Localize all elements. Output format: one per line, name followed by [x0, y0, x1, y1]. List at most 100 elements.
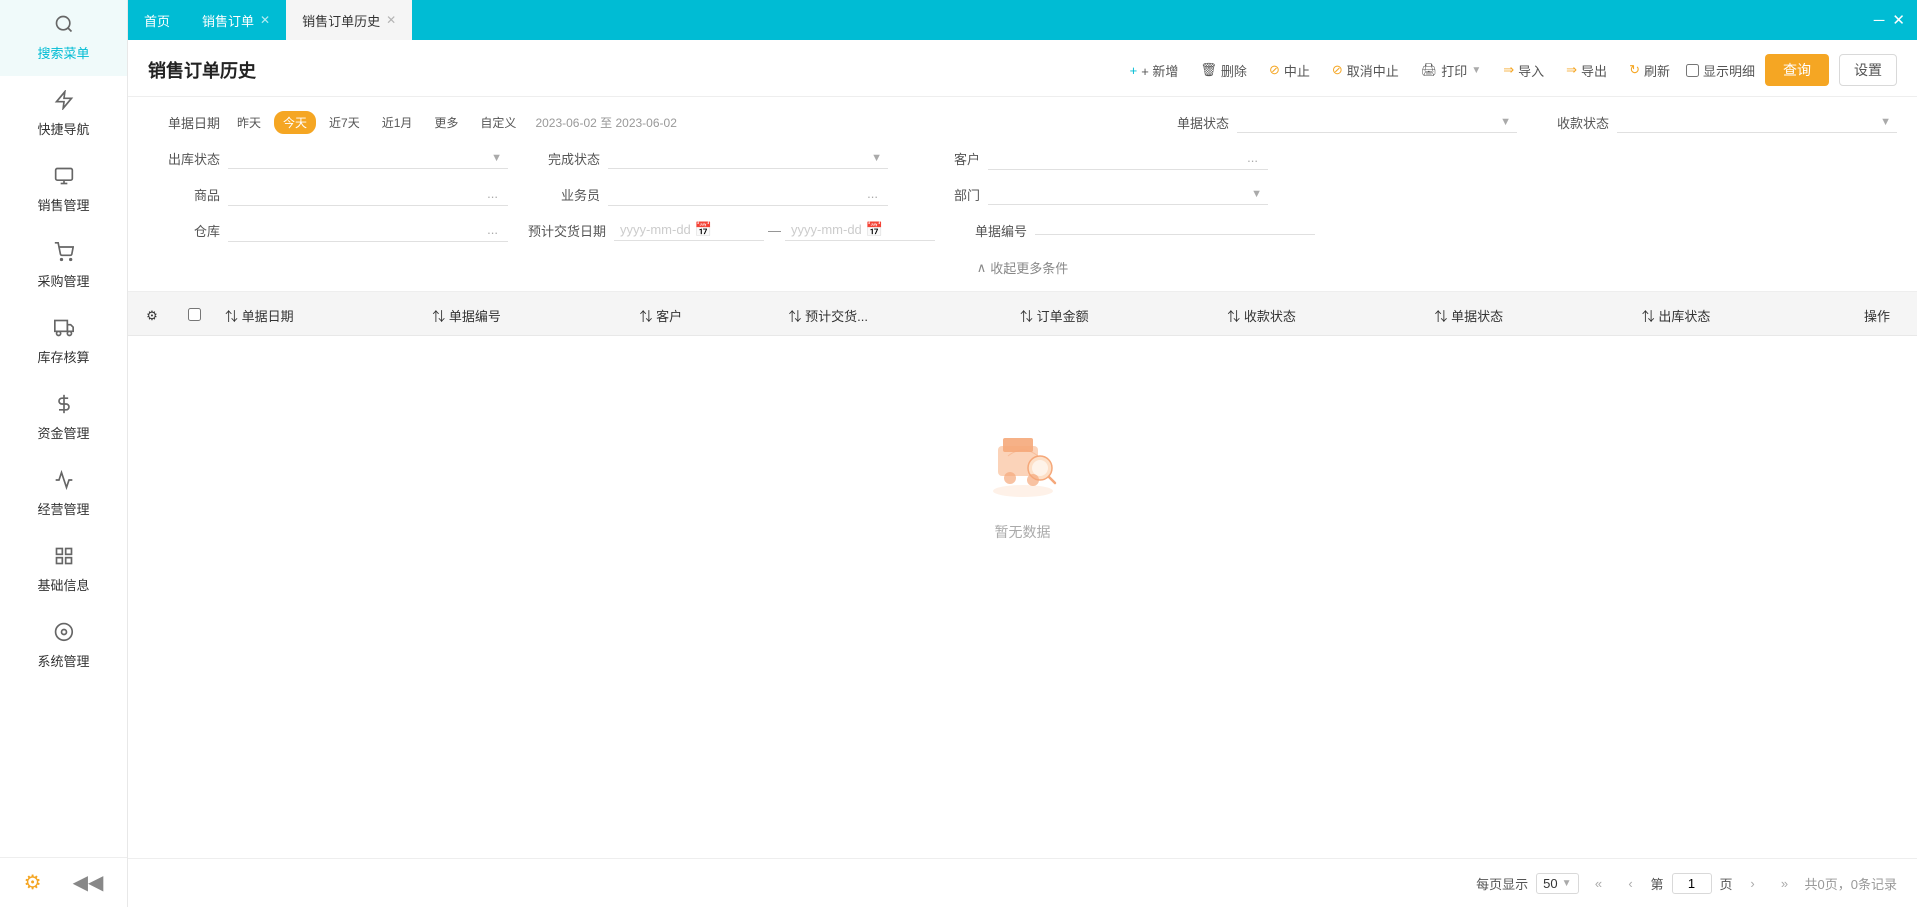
tab-sales-order-history-label: 销售订单历史 [302, 11, 380, 30]
delete-button[interactable]: 🗑 删除 [1194, 59, 1253, 82]
col-delivery-date-label: ⇅ 预计交货... [789, 309, 868, 324]
page-prefix: 第 [1651, 874, 1664, 893]
query-button[interactable]: 查询 [1765, 54, 1829, 86]
table-area: ⚙ ⇅ 单据日期 ⇅ 单据编号 ⇅ 客户 [128, 296, 1917, 858]
display-detail-checkbox[interactable] [1686, 64, 1699, 77]
sidebar-settings-icon[interactable]: ⚙ [24, 870, 42, 895]
collapse-row: ∧ 收起更多条件 [148, 254, 1897, 283]
prev-page-button[interactable]: ‹ [1619, 871, 1643, 895]
warehouse-label: 仓库 [148, 221, 228, 240]
cancel-stop-button[interactable]: ⊘ 取消中止 [1326, 59, 1405, 82]
print-label: 打印 [1441, 61, 1467, 80]
tab-sales-order-history-close[interactable]: ✕ [386, 13, 396, 27]
filter-row-4: 仓库 ... 预计交货日期 yyyy-mm-dd 📅 — yyyy-mm-dd … [148, 218, 1897, 242]
complete-status-select[interactable]: ▼ [608, 148, 888, 169]
col-customer-label: ⇅ 客户 [639, 309, 682, 324]
customer-input[interactable]: ... [988, 146, 1268, 170]
pagination: 每页显示 50 ▼ « ‹ 第 页 › » 共0页，0条记录 [128, 858, 1917, 907]
date-btn-1month[interactable]: 近1月 [373, 111, 422, 134]
table-select-all-checkbox[interactable] [188, 308, 201, 321]
export-button[interactable]: ⇒ 导出 [1560, 59, 1613, 82]
date-btn-custom[interactable]: 自定义 [471, 111, 525, 134]
delivery-date-from[interactable]: yyyy-mm-dd 📅 [614, 219, 764, 241]
col-bill-status-label: ⇅ 单据状态 [1434, 309, 1503, 324]
date-quick-buttons: 昨天 今天 近7天 近1月 更多 自定义 [228, 111, 525, 134]
per-page-label: 每页显示 [1476, 874, 1528, 893]
new-button[interactable]: + + 新增 [1124, 59, 1185, 82]
sidebar-item-quick-nav[interactable]: 快捷导航 [0, 76, 127, 152]
col-out-status: ⇅ 出库状态 [1630, 296, 1837, 336]
sidebar-item-search-menu[interactable]: 搜索菜单 [0, 0, 127, 76]
date-btn-today[interactable]: 今天 [274, 111, 316, 134]
current-page-input[interactable] [1672, 873, 1712, 894]
tab-home[interactable]: 首页 [128, 0, 186, 40]
tab-sales-order-label: 销售订单 [202, 11, 254, 30]
out-status-select[interactable]: ▼ [228, 148, 508, 169]
sidebar-item-system-mgmt[interactable]: 系统管理 [0, 608, 127, 684]
delivery-date-to[interactable]: yyyy-mm-dd 📅 [785, 219, 935, 241]
last-page-button[interactable]: » [1773, 871, 1797, 895]
bill-status-label: 单据状态 [1157, 113, 1237, 132]
col-delivery-date: ⇅ 预计交货... [777, 296, 1008, 336]
sidebar-item-basic-info[interactable]: 基础信息 [0, 532, 127, 608]
refresh-icon: ↻ [1629, 62, 1640, 78]
stop-icon: ⊘ [1269, 62, 1280, 78]
col-bill-no-label: ⇅ 单据编号 [432, 309, 501, 324]
first-page-button[interactable]: « [1587, 871, 1611, 895]
content-area: 销售订单历史 + + 新增 🗑 删除 ⊘ 中止 ⊘ 取消中止 [128, 40, 1917, 907]
per-page-value: 50 [1543, 876, 1557, 891]
sidebar-item-purchase-mgmt[interactable]: 采购管理 [0, 228, 127, 304]
table-checkbox-col [176, 296, 213, 336]
sidebar-item-ops-mgmt[interactable]: 经营管理 [0, 456, 127, 532]
dept-select[interactable]: ▼ [988, 184, 1268, 205]
close-window-icon[interactable]: ✕ [1892, 11, 1905, 29]
sidebar-item-fund-mgmt[interactable]: 资金管理 [0, 380, 127, 456]
warehouse-dots[interactable]: ... [483, 222, 502, 237]
export-icon: ⇒ [1566, 62, 1577, 78]
table-header: ⚙ ⇅ 单据日期 ⇅ 单据编号 ⇅ 客户 [128, 296, 1917, 336]
receipt-status-select[interactable]: ▼ [1617, 112, 1897, 133]
date-btn-more[interactable]: 更多 [425, 111, 467, 134]
setting-button[interactable]: 设置 [1839, 54, 1897, 86]
table-settings-col: ⚙ [128, 296, 176, 336]
tab-sales-order-close[interactable]: ✕ [260, 13, 270, 27]
col-receipt-status: ⇅ 收款状态 [1215, 296, 1422, 336]
sidebar-item-sales-mgmt[interactable]: 销售管理 [0, 152, 127, 228]
tab-sales-order-history[interactable]: 销售订单历史 ✕ [286, 0, 412, 40]
sidebar-item-inventory-calc-label: 库存核算 [37, 347, 89, 366]
goods-input[interactable]: ... [228, 182, 508, 206]
col-bill-status: ⇅ 单据状态 [1422, 296, 1629, 336]
sidebar-collapse-icon[interactable]: ◀◀ [73, 870, 104, 895]
minimize-icon[interactable]: ─ [1874, 12, 1885, 29]
date-btn-yesterday[interactable]: 昨天 [228, 111, 270, 134]
import-button[interactable]: ⇒ 导入 [1497, 59, 1550, 82]
col-bill-no: ⇅ 单据编号 [420, 296, 627, 336]
goods-dots[interactable]: ... [483, 186, 502, 201]
print-button[interactable]: 🖨 打印 ▼ [1415, 59, 1487, 82]
warehouse-input[interactable]: ... [228, 218, 508, 242]
col-out-status-label: ⇅ 出库状态 [1642, 309, 1711, 324]
calendar-to-icon[interactable]: 📅 [866, 221, 883, 238]
sidebar-item-inventory-calc[interactable]: 库存核算 [0, 304, 127, 380]
sidebar-item-system-mgmt-label: 系统管理 [37, 651, 89, 670]
tab-sales-order[interactable]: 销售订单 ✕ [186, 0, 286, 40]
next-page-button[interactable]: › [1741, 871, 1765, 895]
refresh-button[interactable]: ↻ 刷新 [1623, 59, 1676, 82]
salesman-dots[interactable]: ... [863, 186, 882, 201]
search-menu-icon [54, 14, 74, 39]
fund-mgmt-icon [54, 394, 74, 419]
collapse-button[interactable]: ∧ 收起更多条件 [977, 254, 1069, 283]
per-page-arrow: ▼ [1562, 878, 1572, 889]
customer-dots[interactable]: ... [1243, 150, 1262, 165]
date-btn-7days[interactable]: 近7天 [320, 111, 369, 134]
dept-arrow: ▼ [1251, 188, 1262, 200]
delete-label: 删除 [1221, 61, 1247, 80]
calendar-from-icon[interactable]: 📅 [695, 221, 712, 238]
table-settings-icon[interactable]: ⚙ [146, 308, 158, 323]
data-table: ⚙ ⇅ 单据日期 ⇅ 单据编号 ⇅ 客户 [128, 296, 1917, 336]
bill-no-input[interactable] [1035, 226, 1315, 235]
salesman-input[interactable]: ... [608, 182, 888, 206]
stop-button[interactable]: ⊘ 中止 [1263, 59, 1316, 82]
bill-status-select[interactable]: ▼ [1237, 112, 1517, 133]
per-page-select[interactable]: 50 ▼ [1536, 873, 1578, 894]
